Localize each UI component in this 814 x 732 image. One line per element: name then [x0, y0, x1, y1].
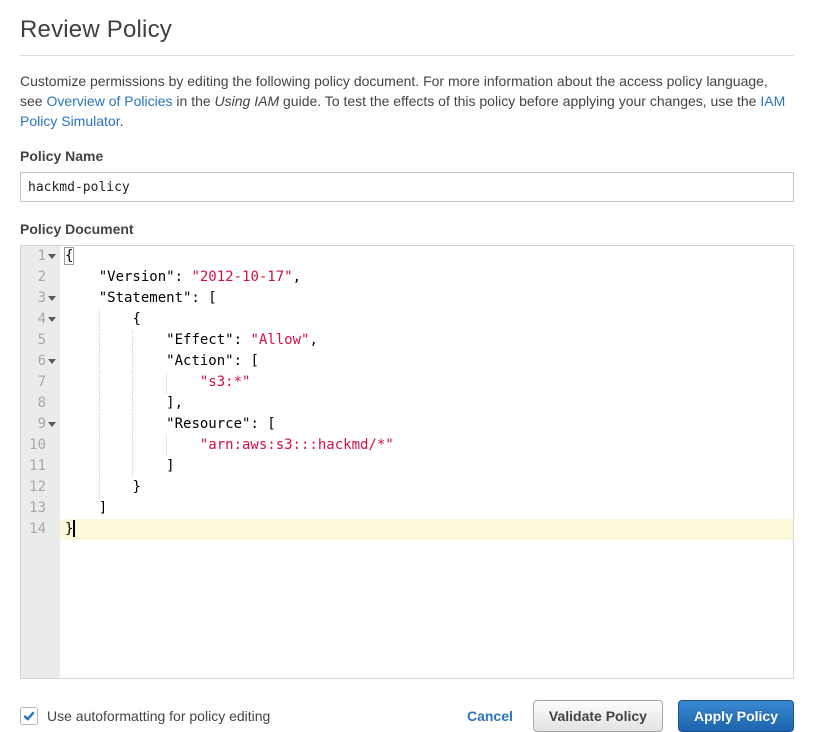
policy-document-label: Policy Document	[20, 221, 794, 237]
intro-text-mid1: in the	[173, 93, 215, 109]
code-line[interactable]: ]	[60, 456, 793, 477]
fold-toggle-icon[interactable]	[48, 359, 56, 364]
gutter-line-number: 4	[21, 309, 60, 330]
footer-bar: Use autoformatting for policy editing Ca…	[20, 700, 794, 732]
gutter-line-number: 1	[21, 246, 60, 267]
checkmark-icon	[23, 710, 35, 722]
gutter-line-number: 8	[21, 393, 60, 414]
indent-guide	[132, 393, 133, 414]
indent-guide	[166, 435, 167, 456]
indent-guide	[132, 435, 133, 456]
indent-guide	[132, 414, 133, 435]
apply-policy-button[interactable]: Apply Policy	[678, 700, 794, 732]
autoformat-label: Use autoformatting for policy editing	[47, 708, 270, 724]
gutter-line-number: 11	[21, 456, 60, 477]
code-line[interactable]: "Statement": [	[60, 288, 793, 309]
indent-guide	[99, 372, 100, 393]
gutter-line-number: 6	[21, 351, 60, 372]
gutter-line-number: 12	[21, 477, 60, 498]
intro-text-after: .	[120, 113, 124, 129]
code-line[interactable]: "arn:aws:s3:::hackmd/*"	[60, 435, 793, 456]
indent-guide	[132, 351, 133, 372]
code-line[interactable]: "s3:*"	[60, 372, 793, 393]
validate-policy-button[interactable]: Validate Policy	[533, 700, 663, 732]
footer-actions: Cancel Validate Policy Apply Policy	[467, 700, 794, 732]
gutter-line-number: 13	[21, 498, 60, 519]
gutter-line-number: 3	[21, 288, 60, 309]
policy-name-label: Policy Name	[20, 148, 794, 164]
review-policy-page: Review Policy Customize permissions by e…	[0, 0, 814, 732]
intro-text-mid2: guide. To test the effects of this polic…	[279, 93, 760, 109]
editor-gutter: 1234567891011121314	[21, 246, 60, 678]
title-divider	[20, 55, 794, 56]
autoformat-option: Use autoformatting for policy editing	[20, 707, 270, 725]
indent-guide	[132, 372, 133, 393]
indent-guide	[99, 309, 100, 330]
indent-guide	[132, 330, 133, 351]
code-line[interactable]: "Effect": "Allow",	[60, 330, 793, 351]
gutter-line-number: 9	[21, 414, 60, 435]
code-line[interactable]: {	[60, 246, 793, 267]
indent-guide	[99, 351, 100, 372]
overview-of-policies-link[interactable]: Overview of Policies	[46, 93, 172, 109]
gutter-line-number: 10	[21, 435, 60, 456]
autoformat-checkbox[interactable]	[20, 707, 38, 725]
indent-guide	[132, 456, 133, 477]
indent-guide	[99, 435, 100, 456]
gutter-line-number: 5	[21, 330, 60, 351]
cancel-link[interactable]: Cancel	[467, 708, 513, 724]
indent-guide	[99, 330, 100, 351]
code-line[interactable]: ]	[60, 498, 793, 519]
fold-toggle-icon[interactable]	[48, 317, 56, 322]
code-line[interactable]: }	[60, 477, 793, 498]
gutter-line-number: 7	[21, 372, 60, 393]
using-iam-guide-name: Using IAM	[215, 93, 280, 109]
fold-toggle-icon[interactable]	[48, 254, 56, 259]
page-title: Review Policy	[20, 16, 794, 44]
intro-text: Customize permissions by editing the fol…	[20, 71, 794, 131]
indent-guide	[99, 456, 100, 477]
code-line[interactable]: "Version": "2012-10-17",	[60, 267, 793, 288]
indent-guide	[99, 414, 100, 435]
code-line[interactable]: "Action": [	[60, 351, 793, 372]
code-line[interactable]: "Resource": [	[60, 414, 793, 435]
code-line[interactable]: {	[60, 309, 793, 330]
gutter-line-number: 14	[21, 519, 60, 540]
policy-name-input[interactable]	[20, 172, 794, 202]
indent-guide	[99, 477, 100, 498]
text-cursor	[73, 520, 75, 537]
editor-code[interactable]: { "Version": "2012-10-17", "Statement": …	[60, 246, 793, 678]
indent-guide	[166, 372, 167, 393]
code-line[interactable]: ],	[60, 393, 793, 414]
fold-toggle-icon[interactable]	[48, 296, 56, 301]
code-line[interactable]: }	[60, 519, 793, 540]
fold-toggle-icon[interactable]	[48, 422, 56, 427]
indent-guide	[99, 393, 100, 414]
policy-document-editor[interactable]: 1234567891011121314 { "Version": "2012-1…	[20, 245, 794, 679]
gutter-line-number: 2	[21, 267, 60, 288]
